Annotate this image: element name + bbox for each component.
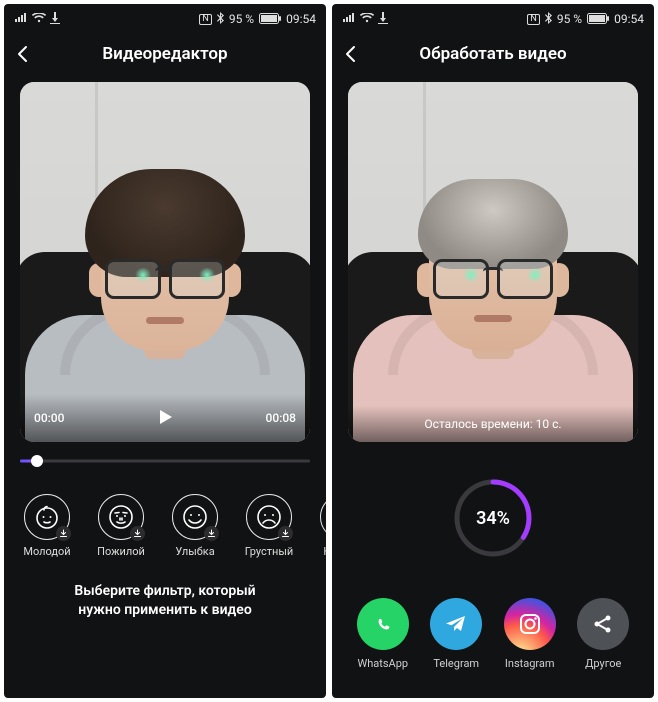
play-button[interactable]: [155, 407, 175, 430]
remaining-label: Осталось времени: 10 с.: [424, 417, 561, 431]
sad-icon: [246, 494, 292, 540]
back-button[interactable]: [332, 34, 372, 74]
share-whatsapp[interactable]: WhatsApp: [357, 598, 409, 670]
time-start: 00:00: [34, 411, 64, 425]
progress-ring: 34%: [451, 476, 535, 560]
nfc-icon: N: [527, 14, 539, 25]
clock: 09:54: [286, 12, 316, 26]
baby-icon: [24, 494, 70, 540]
battery-icon: [587, 13, 609, 26]
status-bar: N 95 % 09:54: [4, 4, 326, 32]
share-telegram[interactable]: Telegram: [430, 598, 482, 670]
filter-label: Улыбка: [175, 545, 214, 558]
wifi-icon: [360, 13, 374, 25]
smile-icon: [172, 494, 218, 540]
share-label: Instagram: [505, 657, 555, 670]
download-icon: [378, 12, 388, 26]
hint-text: Выберите фильтр, которыйнужно применить …: [24, 582, 306, 620]
download-icon: [50, 12, 60, 26]
whatsapp-icon: [357, 598, 409, 650]
download-badge-icon: [278, 526, 293, 541]
clock: 09:54: [614, 12, 644, 26]
share-other[interactable]: Другое: [577, 598, 629, 670]
video-frame: [348, 82, 638, 442]
filter-label: Молодой: [23, 545, 70, 558]
video-frame: [20, 82, 310, 442]
download-badge-icon: [130, 526, 145, 541]
battery-icon: [259, 13, 281, 26]
instagram-icon: [504, 598, 556, 650]
filter-row[interactable]: Молодой Пожилой Улыбка Грустный P Hollywo: [4, 494, 326, 558]
video-preview[interactable]: 00:00 00:08: [20, 82, 310, 442]
battery-percent: 95 %: [557, 12, 582, 26]
seek-bar[interactable]: [20, 452, 310, 470]
share-label: Другое: [585, 657, 621, 670]
share-label: Telegram: [433, 657, 479, 670]
filter-sad[interactable]: Грустный: [240, 494, 298, 558]
wifi-icon: [32, 13, 46, 25]
share-instagram[interactable]: Instagram: [504, 598, 556, 670]
share-label: WhatsApp: [357, 657, 408, 670]
progress-label: 34%: [451, 476, 535, 560]
signal-icon: [342, 13, 356, 25]
back-button[interactable]: [4, 34, 44, 74]
nfc-icon: N: [199, 14, 211, 25]
time-end: 00:08: [266, 411, 296, 425]
filter-label: Пожилой: [97, 545, 145, 558]
page-title: Видеоредактор: [4, 44, 326, 64]
other-icon: [577, 598, 629, 650]
header: Видеоредактор: [4, 32, 326, 76]
filter-hollywood[interactable]: P Hollywo: [314, 494, 326, 558]
page-title: Обработать видео: [332, 44, 654, 64]
filter-label: Грустный: [245, 545, 294, 558]
battery-percent: 95 %: [229, 12, 254, 26]
download-badge-icon: [204, 526, 219, 541]
download-badge-icon: [56, 526, 71, 541]
filter-label: Hollywo: [323, 545, 326, 558]
header: Обработать видео: [332, 32, 654, 76]
filter-old[interactable]: Пожилой: [92, 494, 150, 558]
video-preview: Осталось времени: 10 с.: [348, 82, 638, 442]
signal-icon: [14, 13, 28, 25]
sparkle-icon: P: [320, 494, 326, 540]
phone-processing: N 95 % 09:54 Обработать видео: [332, 4, 654, 698]
bluetooth-icon: [217, 12, 224, 26]
filter-smile[interactable]: Улыбка: [166, 494, 224, 558]
share-row: WhatsApp Telegram Instagram Другое: [332, 598, 654, 670]
filter-young[interactable]: Молодой: [18, 494, 76, 558]
oldface-icon: [98, 494, 144, 540]
status-bar: N 95 % 09:54: [332, 4, 654, 32]
telegram-icon: [430, 598, 482, 650]
bluetooth-icon: [545, 12, 552, 26]
phone-editor: N 95 % 09:54 Видеоредактор: [4, 4, 326, 698]
